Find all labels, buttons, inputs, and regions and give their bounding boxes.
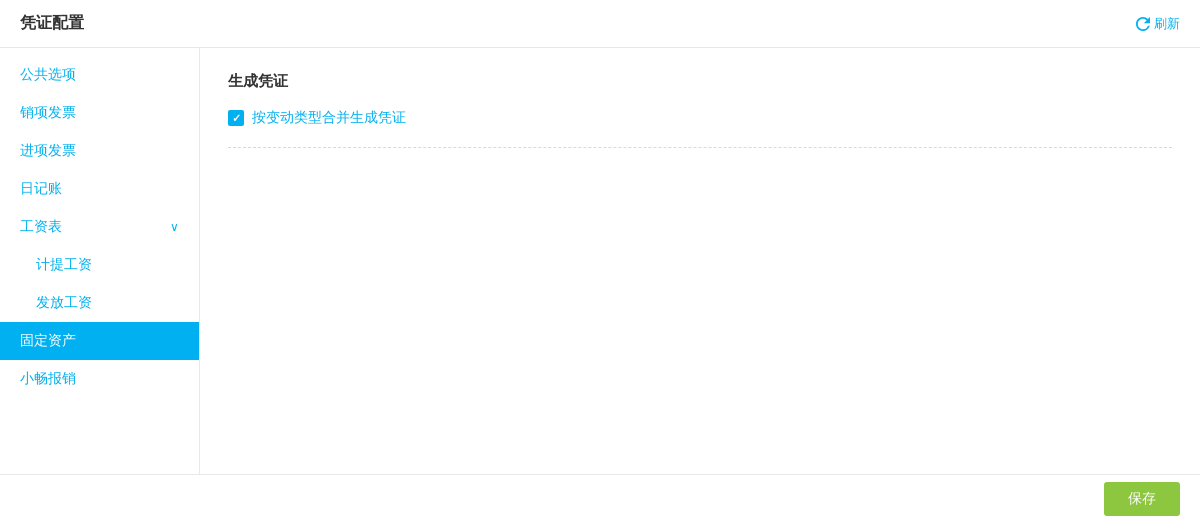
section-divider: [228, 147, 1172, 148]
page-header: 凭证配置 刷新: [0, 0, 1200, 48]
refresh-button[interactable]: 刷新: [1136, 15, 1180, 33]
checkbox-row: 按变动类型合并生成凭证: [228, 109, 1172, 127]
sidebar-item-public[interactable]: 公共选项: [0, 56, 199, 94]
chevron-down-icon: ∨: [170, 220, 179, 234]
section-title: 生成凭证: [228, 72, 1172, 91]
sidebar-item-expense[interactable]: 小畅报销: [0, 360, 199, 398]
page-title: 凭证配置: [20, 13, 84, 34]
content-area: 生成凭证 按变动类型合并生成凭证: [200, 48, 1200, 474]
sidebar-item-pay-salary[interactable]: 发放工资: [0, 284, 199, 322]
sidebar-item-calc-salary[interactable]: 计提工资: [0, 246, 199, 284]
sidebar: 公共选项 销项发票 进项发票 日记账 工资表 ∨ 计提工资 发放工资 固定资产 …: [0, 48, 200, 474]
sidebar-item-fixed-assets[interactable]: 固定资产: [0, 322, 199, 360]
save-button[interactable]: 保存: [1104, 482, 1180, 516]
merge-checkbox-label: 按变动类型合并生成凭证: [252, 109, 406, 127]
refresh-icon: [1136, 17, 1150, 31]
main-layout: 公共选项 销项发票 进项发票 日记账 工资表 ∨ 计提工资 发放工资 固定资产 …: [0, 48, 1200, 474]
refresh-label: 刷新: [1154, 15, 1180, 33]
sidebar-item-journal[interactable]: 日记账: [0, 170, 199, 208]
sidebar-item-sales-invoice[interactable]: 销项发票: [0, 94, 199, 132]
sidebar-item-payroll[interactable]: 工资表 ∨: [0, 208, 199, 246]
footer-bar: 保存: [0, 474, 1200, 522]
merge-checkbox[interactable]: [228, 110, 244, 126]
sidebar-item-purchase-invoice[interactable]: 进项发票: [0, 132, 199, 170]
